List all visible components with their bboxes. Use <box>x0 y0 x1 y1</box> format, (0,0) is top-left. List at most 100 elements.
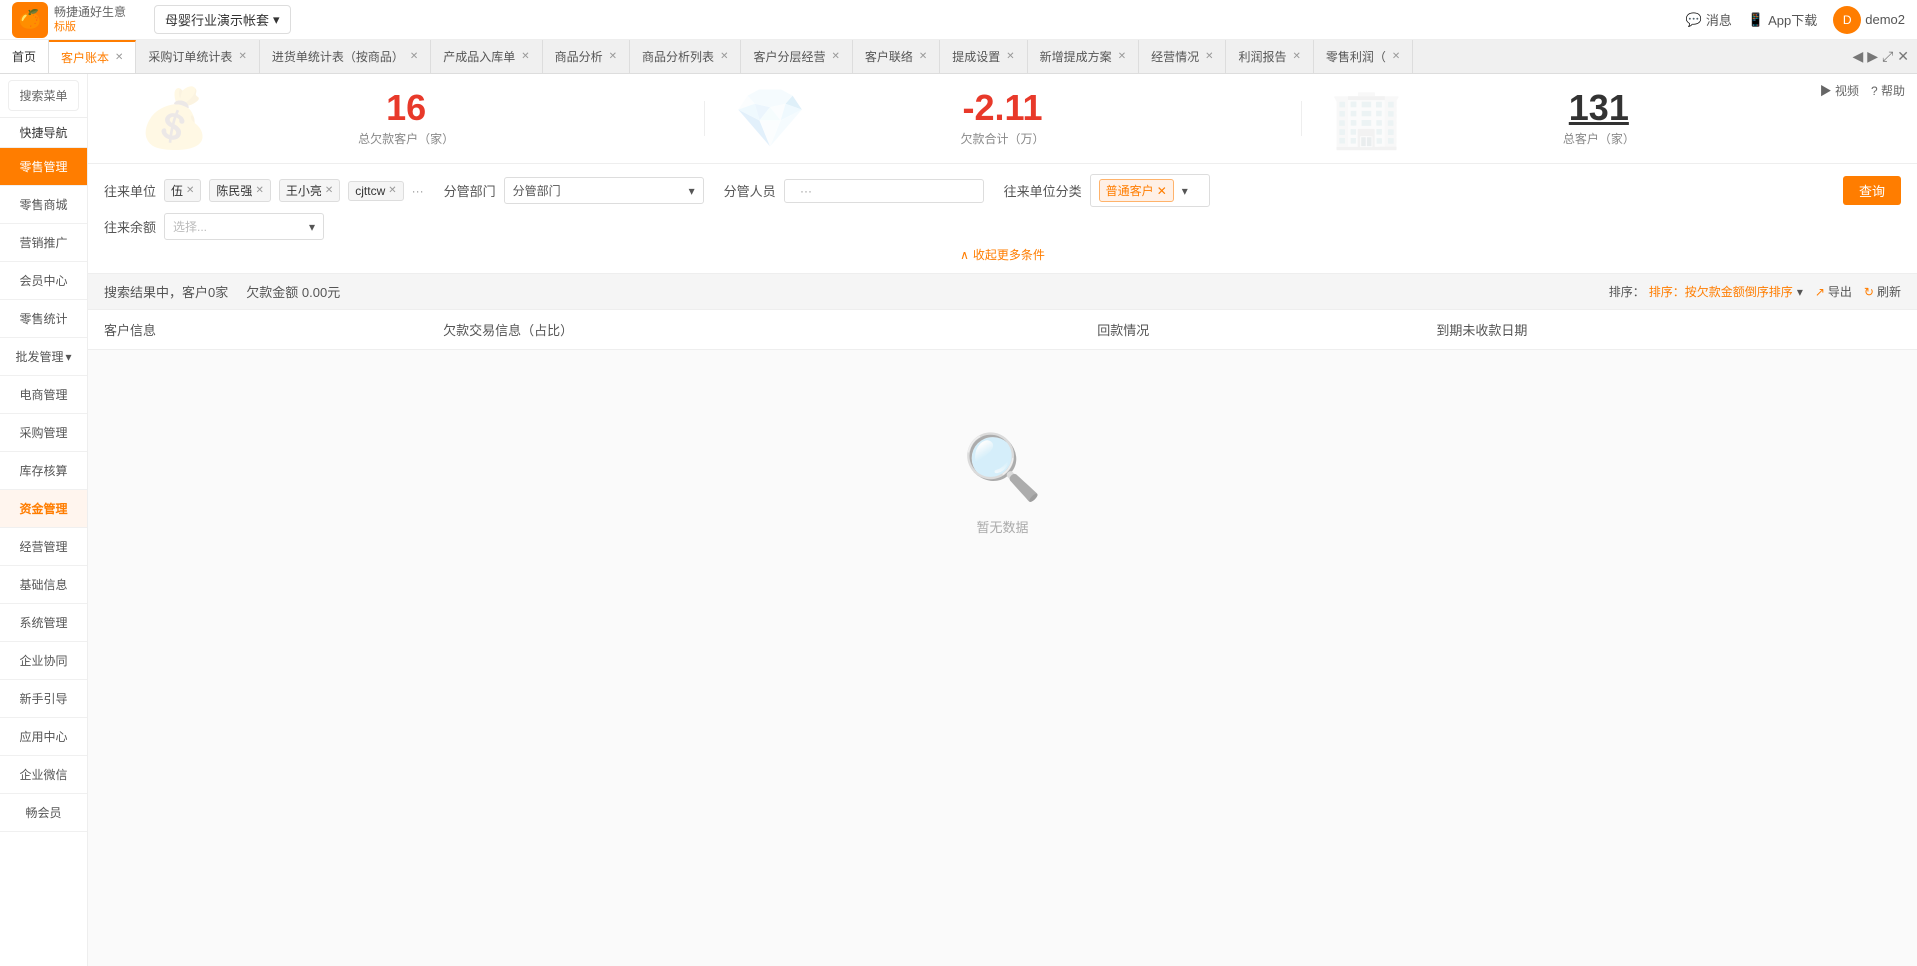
sidebar-item-system-mgmt[interactable]: 系统管理 <box>0 604 87 642</box>
close-icon[interactable]: ✕ <box>831 51 839 62</box>
query-button[interactable]: 查询 <box>1843 176 1901 205</box>
sidebar-item-finance-mgmt[interactable]: 资金管理 <box>0 490 87 528</box>
tab-goods-list[interactable]: 商品分析列表 ✕ <box>630 40 741 73</box>
tab-purchase-stat[interactable]: 进货单统计表（按商品） ✕ <box>260 40 431 73</box>
video-btn[interactable]: ▶ 视频 <box>1820 82 1859 99</box>
empty-state: 🔍 暂无数据 <box>88 350 1917 616</box>
sidebar-item-basic-info[interactable]: 基础信息 <box>0 566 87 604</box>
logo-icon: 🍊 <box>12 2 48 38</box>
user-avatar[interactable]: D demo2 <box>1833 6 1905 34</box>
nav-tabs: 首页 客户账本 ✕ 采购订单统计表 ✕ 进货单统计表（按商品） ✕ 产成品入库单… <box>0 40 1917 74</box>
category-tag: 普通客户 ✕ <box>1099 179 1174 202</box>
tab-retail-profit[interactable]: 零售利润（ ✕ <box>1314 40 1413 73</box>
tab-home[interactable]: 首页 <box>0 40 49 73</box>
content-area: 💰 16 总欠款客户（家） 💎 -2.11 欠款合计（万） 🏢 131 总客户（… <box>88 74 1917 966</box>
chevron-down-icon: ▾ <box>1797 285 1803 299</box>
stat-label-amount: 欠款合计（万） <box>960 130 1044 147</box>
close-icon[interactable]: ✕ <box>1118 51 1126 62</box>
stat-block-amount: 💎 -2.11 欠款合计（万） <box>704 90 1300 147</box>
tab-next-icon[interactable]: ▶ <box>1867 48 1878 65</box>
close-icon[interactable]: ✕ <box>1392 51 1400 62</box>
staff-select[interactable]: ··· <box>784 179 984 203</box>
table-toolbar: 搜索结果中，客户0家 欠款金额 0.00元 排序： 排序：按欠款金额倒序排序 ▾… <box>88 274 1917 310</box>
category-select[interactable]: 普通客户 ✕ ▾ <box>1090 174 1210 207</box>
tab-promote-settings[interactable]: 提成设置 ✕ <box>940 40 1027 73</box>
sidebar-item-ecommerce[interactable]: 电商管理 <box>0 376 87 414</box>
filter-row-2: 往来余额 选择... ▾ <box>104 213 1901 240</box>
filter-bar: 往来单位 伍 ✕ 陈民强 ✕ 王小亮 ✕ cjttcw ✕ ··· <box>88 164 1917 274</box>
chevron-down-icon: ▾ <box>309 220 315 234</box>
more-tags-btn[interactable]: ··· <box>412 184 424 198</box>
tab-goods-analysis[interactable]: 商品分析 ✕ <box>543 40 630 73</box>
tab-actions: ◀ ▶ ⤢ ✕ <box>1845 48 1917 65</box>
sidebar-item-app-center[interactable]: 应用中心 <box>0 718 87 756</box>
col-repayment: 回款情况 <box>1081 310 1420 350</box>
sidebar-item-purchase-mgmt[interactable]: 采购管理 <box>0 414 87 452</box>
refresh-icon: ↻ <box>1864 285 1874 299</box>
close-icon[interactable]: ✕ <box>1006 51 1014 62</box>
tab-customer-contact[interactable]: 客户联络 ✕ <box>853 40 940 73</box>
sidebar-item-marketing[interactable]: 营销推广 <box>0 224 87 262</box>
remove-tag-chen[interactable]: ✕ <box>255 185 263 196</box>
remove-tag-wang[interactable]: ✕ <box>325 185 333 196</box>
logo-area: 🍊 畅捷通好生意 标版 <box>12 2 126 38</box>
close-icon[interactable]: ✕ <box>1205 51 1213 62</box>
sidebar-item-enterprise-wechat[interactable]: 企业微信 <box>0 756 87 794</box>
filter-tag-cj: cjttcw ✕ <box>348 181 403 201</box>
col-due-date: 到期未收款日期 <box>1420 310 1917 350</box>
sidebar-item-wholesale-mgmt[interactable]: 批发管理 ▾ <box>0 338 87 376</box>
close-icon[interactable]: ✕ <box>609 51 617 62</box>
tab-prev-icon[interactable]: ◀ <box>1853 48 1864 65</box>
tab-close-all-icon[interactable]: ✕ <box>1897 48 1909 65</box>
sidebar-item-retail-stats[interactable]: 零售统计 <box>0 300 87 338</box>
close-icon[interactable]: ✕ <box>720 51 728 62</box>
close-icon[interactable]: ✕ <box>410 51 418 62</box>
sidebar-item-retail-mgmt[interactable]: 零售管理 <box>0 148 87 186</box>
staff-dots[interactable]: ··· <box>800 184 812 198</box>
tab-biz-status[interactable]: 经营情况 ✕ <box>1139 40 1226 73</box>
sidebar-item-vip[interactable]: 畅会员 <box>0 794 87 832</box>
tab-customer-tier[interactable]: 客户分层经营 ✕ <box>741 40 852 73</box>
empty-icon: 🔍 <box>963 430 1043 505</box>
balance-select[interactable]: 选择... ▾ <box>164 213 324 240</box>
tab-production[interactable]: 产成品入库单 ✕ <box>431 40 542 73</box>
chevron-down-icon: ▾ <box>273 12 280 28</box>
chevron-down-icon: ▾ <box>1182 184 1188 198</box>
logo-text: 畅捷通好生意 标版 <box>54 5 126 35</box>
help-btn[interactable]: ? 帮助 <box>1871 82 1905 99</box>
video-icon: ▶ <box>1820 84 1832 98</box>
quick-nav-btn[interactable]: 快捷导航 <box>0 118 87 148</box>
message-btn[interactable]: 💬 消息 <box>1686 10 1732 29</box>
dept-select[interactable]: 分管部门 ▾ <box>504 177 704 204</box>
sidebar-item-retail-mall[interactable]: 零售商城 <box>0 186 87 224</box>
sidebar-item-member-center[interactable]: 会员中心 <box>0 262 87 300</box>
close-icon[interactable]: ✕ <box>115 52 123 63</box>
tab-expand-icon[interactable]: ⤢ <box>1882 48 1893 65</box>
main-layout: 搜索菜单 快捷导航 零售管理 零售商城 营销推广 会员中心 零售统计 批发管理 … <box>0 74 1917 966</box>
category-label: 往来单位分类 <box>1004 181 1082 200</box>
close-icon[interactable]: ✕ <box>521 51 529 62</box>
sidebar-item-ops-mgmt[interactable]: 经营管理 <box>0 528 87 566</box>
filter-row-1: 往来单位 伍 ✕ 陈民强 ✕ 王小亮 ✕ cjttcw ✕ ··· <box>104 174 1901 207</box>
export-btn[interactable]: ↗ 导出 <box>1815 283 1852 300</box>
sidebar-item-inventory[interactable]: 库存核算 <box>0 452 87 490</box>
collapse-btn[interactable]: ∧ 收起更多条件 <box>960 246 1045 263</box>
sidebar-item-beginner[interactable]: 新手引导 <box>0 680 87 718</box>
search-menu-btn[interactable]: 搜索菜单 <box>8 80 79 111</box>
tab-profit-report[interactable]: 利润报告 ✕ <box>1226 40 1313 73</box>
tab-accounts[interactable]: 客户账本 ✕ <box>49 40 136 73</box>
app-download-btn[interactable]: 📱 App下载 <box>1748 10 1817 29</box>
sort-select[interactable]: 排序： 排序：按欠款金额倒序排序 ▾ <box>1609 283 1803 300</box>
sidebar-item-enterprise[interactable]: 企业协同 <box>0 642 87 680</box>
remove-tag-cj[interactable]: ✕ <box>388 185 396 196</box>
refresh-btn[interactable]: ↻ 刷新 <box>1864 283 1901 300</box>
stat-block-customers: 💰 16 总欠款客户（家） <box>108 90 704 147</box>
store-selector[interactable]: 母婴行业演示帐套 ▾ <box>154 5 291 34</box>
close-icon[interactable]: ✕ <box>1293 51 1301 62</box>
remove-category-tag[interactable]: ✕ <box>1157 184 1167 198</box>
tab-new-promote[interactable]: 新增提成方案 ✕ <box>1028 40 1139 73</box>
remove-tag-wu[interactable]: ✕ <box>186 185 194 196</box>
tab-purchase-order[interactable]: 采购订单统计表 ✕ <box>136 40 259 73</box>
close-icon[interactable]: ✕ <box>238 51 246 62</box>
close-icon[interactable]: ✕ <box>919 51 927 62</box>
